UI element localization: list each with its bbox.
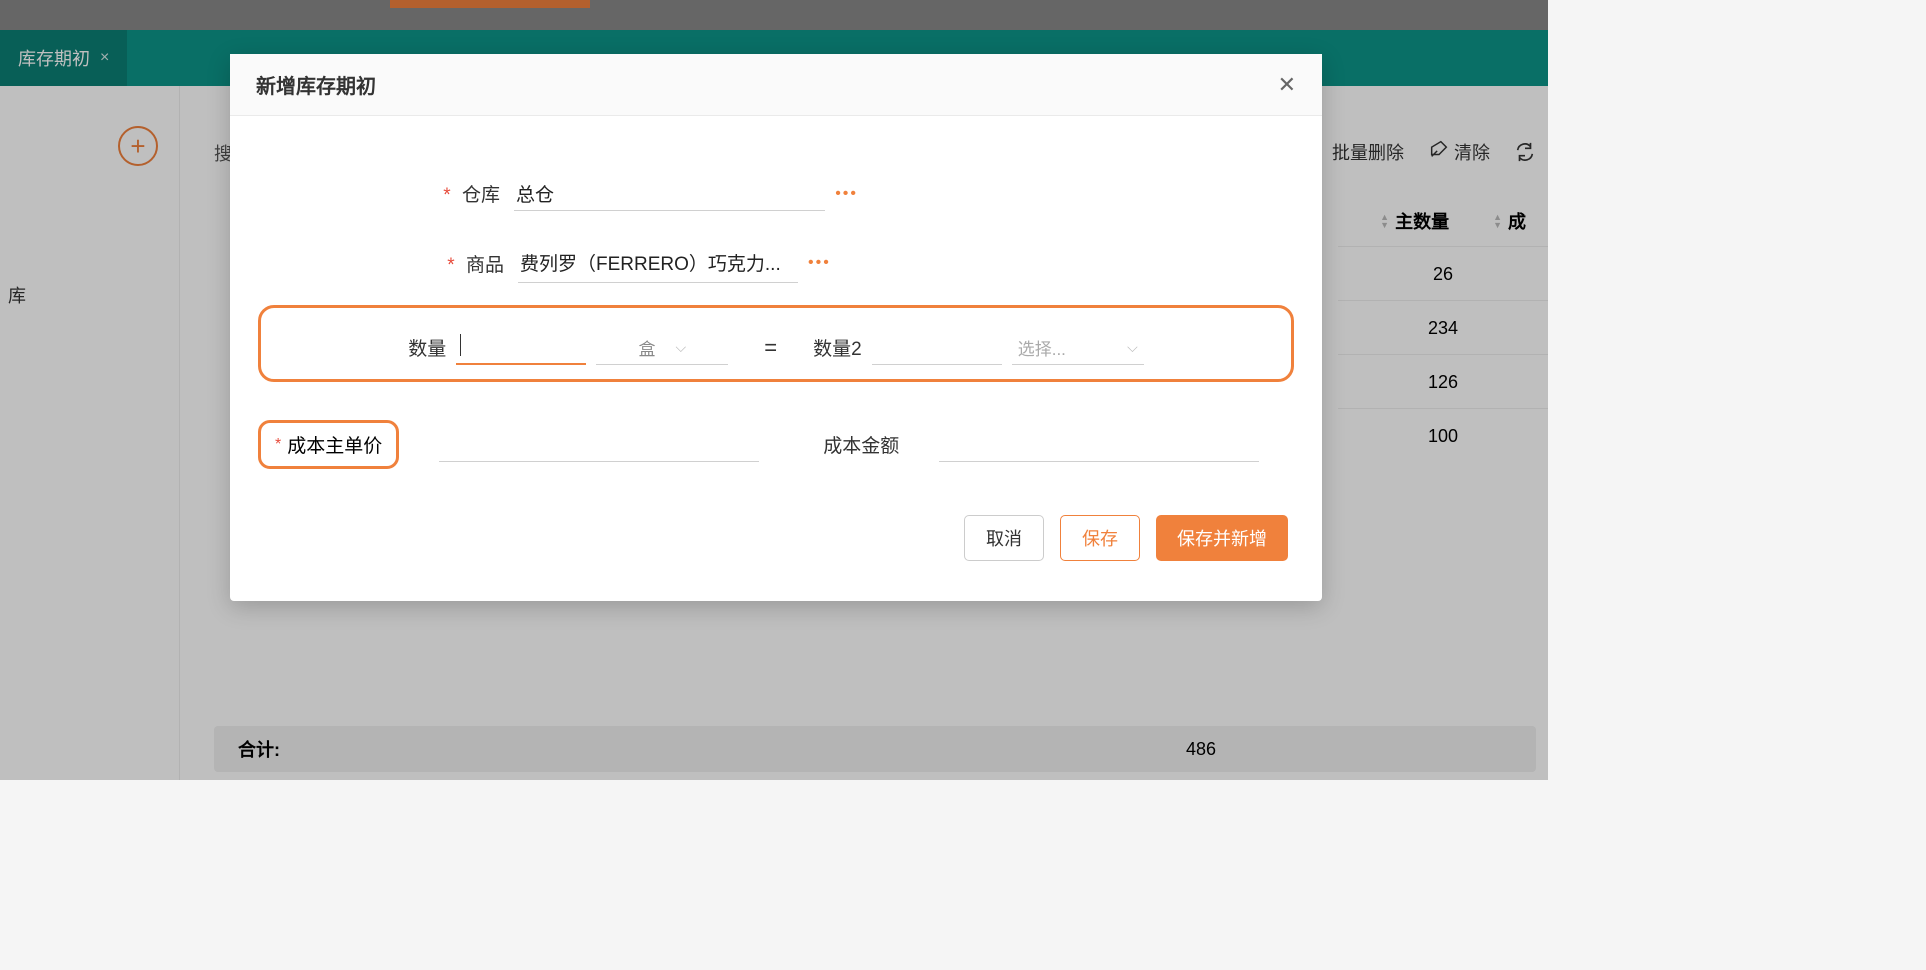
quantity-group-1: 数量 盒 ⌵ [408,330,728,365]
unit2-placeholder: 选择... [1018,335,1066,360]
warehouse-input[interactable] [514,176,825,211]
modal-add-inventory: 新增库存期初 ✕ * 仓库 ••• * 商品 费列罗（FERRERO）巧克力..… [230,54,1322,601]
cost-amount-input[interactable] [939,428,1259,462]
cost-row: * 成本主单价 成本金额 [258,420,1294,469]
chevron-down-icon: ⌵ [675,339,686,356]
product-label: * 商品 [358,250,518,277]
more-icon[interactable]: ••• [835,185,858,203]
quantity-input[interactable] [456,330,586,365]
modal-title: 新增库存期初 [256,70,376,99]
qty-label: 数量 [408,334,446,361]
cost-amount-label: 成本金额 [823,431,899,458]
field-warehouse: * 仓库 ••• [358,176,858,211]
product-input[interactable]: 费列罗（FERRERO）巧克力... [518,243,798,283]
unit1-value: 盒 [638,335,655,360]
modal-header: 新增库存期初 ✕ [230,54,1322,116]
save-button[interactable]: 保存 [1060,515,1140,561]
quantity-highlight-box: 数量 盒 ⌵ = 数量2 选择... ⌵ [258,305,1294,382]
qty2-label: 数量2 [813,334,862,361]
equals-sign: = [756,335,785,361]
more-icon[interactable]: ••• [808,254,831,272]
unit1-select[interactable]: 盒 ⌵ [596,331,728,365]
cost-unit-input[interactable] [439,428,759,462]
save-and-new-button[interactable]: 保存并新增 [1156,515,1288,561]
required-mark: * [447,255,454,276]
cost-unit-label: 成本主单价 [287,431,382,458]
modal-footer: 取消 保存 保存并新增 [258,515,1294,561]
chevron-down-icon: ⌵ [1127,339,1138,356]
required-mark: * [443,185,450,206]
cancel-button[interactable]: 取消 [964,515,1044,561]
quantity-group-2: 数量2 选择... ⌵ [813,331,1144,365]
required-mark: * [275,436,281,454]
text-cursor [460,334,461,356]
warehouse-label: * 仓库 [358,180,514,207]
unit2-select[interactable]: 选择... ⌵ [1012,331,1144,365]
modal-close-button[interactable]: ✕ [1278,72,1296,98]
cost-unit-highlight-box: * 成本主单价 [258,420,399,469]
field-product: * 商品 费列罗（FERRERO）巧克力... ••• [358,243,898,283]
modal-body: * 仓库 ••• * 商品 费列罗（FERRERO）巧克力... ••• 数量 [230,116,1322,601]
quantity2-input[interactable] [872,331,1002,365]
